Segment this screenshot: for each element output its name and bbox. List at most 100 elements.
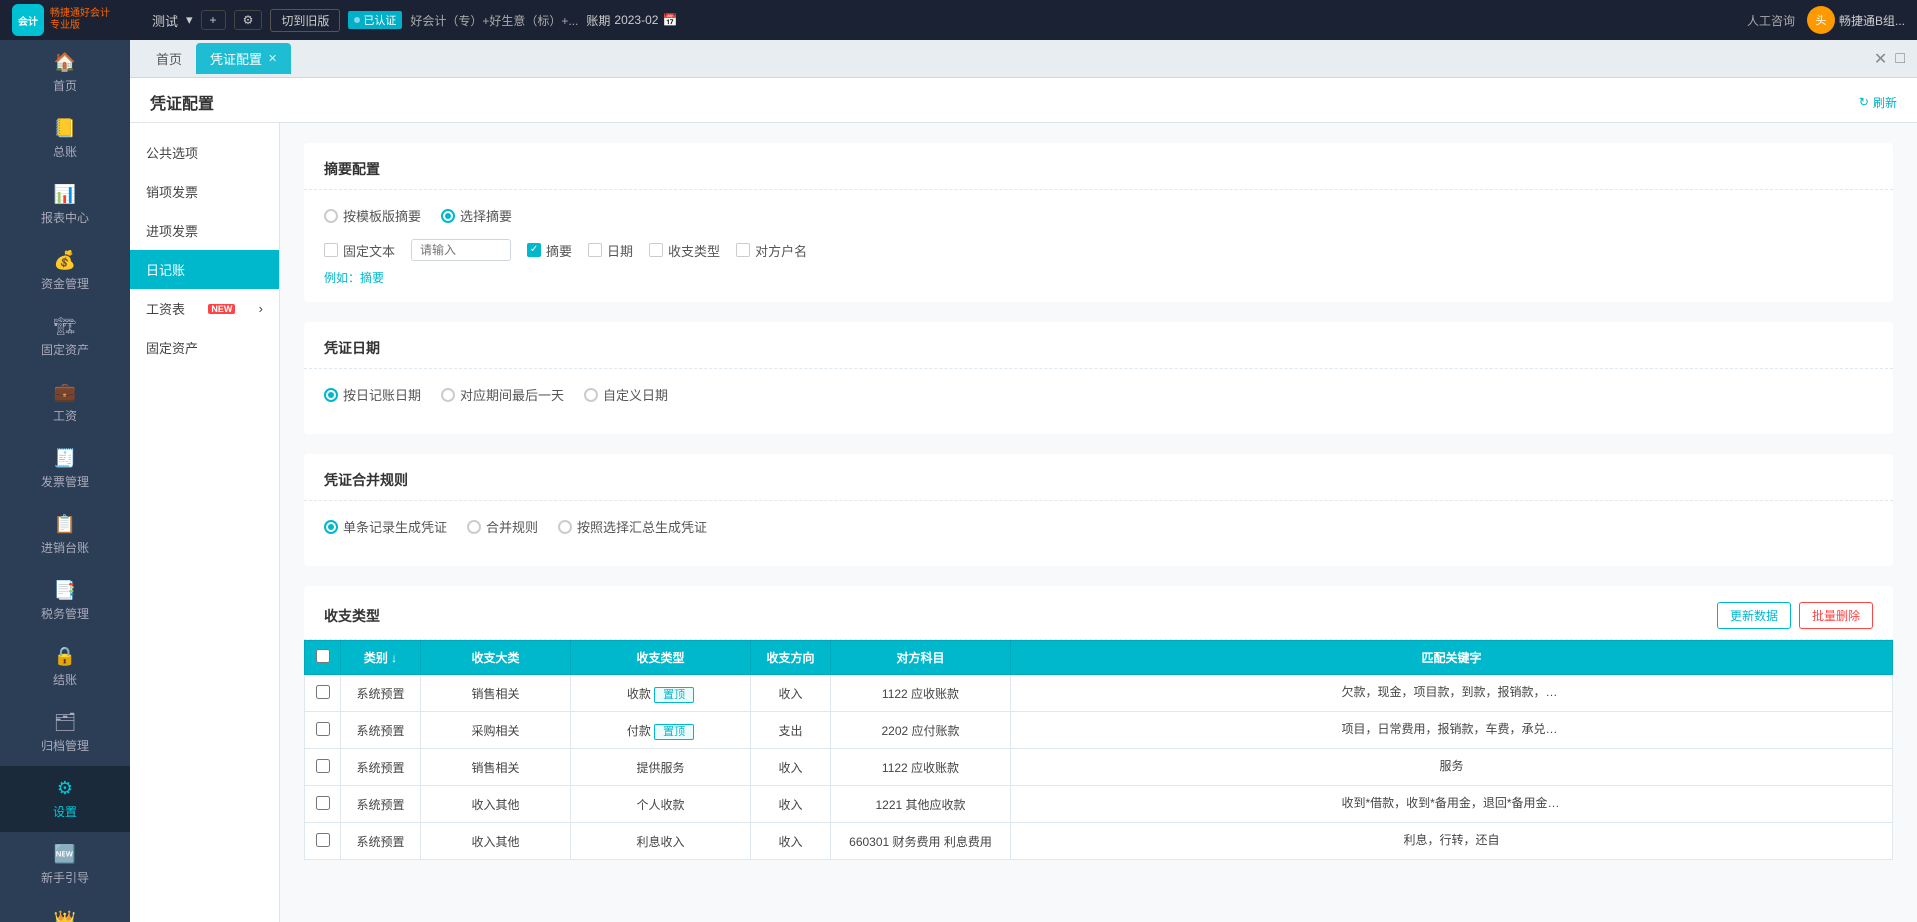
radio-select[interactable]: 选择摘要 [441,206,512,225]
settings-btn[interactable]: ⚙ [234,10,263,30]
sidebar-item-tax[interactable]: 📑 税务管理 [0,568,130,634]
sidebar-item-ledger[interactable]: 📒 总账 [0,106,130,172]
left-menu-item-public[interactable]: 公共选项 [130,133,279,172]
row-checkbox[interactable] [316,685,330,699]
refresh-btn[interactable]: ↻ 刷新 [1859,94,1897,111]
tab-minimize-btn[interactable]: ✕ [1874,49,1887,69]
th-main-type: 收支大类 [421,641,571,675]
batch-delete-btn[interactable]: 批量删除 [1799,602,1873,629]
tab-actions: ✕ □ [1874,49,1905,69]
radio-period-last-day[interactable]: 对应期间最后一天 [441,385,564,404]
sidebar-item-reports[interactable]: 📊 报表中心 [0,172,130,238]
avatar: 头 [1807,6,1835,34]
tab-home[interactable]: 首页 [142,43,196,74]
fixed-assets-icon: 🏗 [54,316,77,337]
merge-rules-radio-group: 单条记录生成凭证 合并规则 按照选择汇总生成凭证 [324,517,1873,536]
radio-custom-date[interactable]: 自定义日期 [584,385,668,404]
add-btn[interactable]: + [201,10,226,30]
radio-template[interactable]: 按模板版摘要 [324,206,421,225]
row-keywords: 项目，日常费用，报销款，车费，承兑汇票，付款 [1011,712,1893,749]
page-header: 凭证配置 ↻ 刷新 [130,78,1917,123]
example-text: 例如：摘要 [324,269,1873,286]
left-menu-item-fixed-assets[interactable]: 固定资产 [130,328,279,367]
cb-type-box [649,243,663,257]
tab-maximize-btn[interactable]: □ [1895,49,1905,69]
archive-icon: 🗂 [54,712,77,733]
content-area: 首页 凭证配置 ✕ ✕ □ 凭证配置 ↻ 刷新 公共选项 [130,40,1917,922]
row-checkbox-cell [305,786,341,823]
calendar-icon[interactable]: 📅 [662,13,677,27]
sidebar-item-label: 发票管理 [41,473,89,490]
select-all-checkbox[interactable] [316,649,330,663]
home-icon: 🏠 [54,52,76,73]
table-row: 系统预置 销售相关 提供服务 收入 1122 应收账款 服务 [305,749,1893,786]
funds-icon: 💰 [54,250,76,271]
radio-period-last-day-dot [441,388,455,402]
sidebar-item-label: 设置 [53,803,77,820]
sidebar-item-member[interactable]: 👑 畅会员 [0,898,130,922]
left-menu-item-payroll[interactable]: 工资表 NEW › [130,289,279,328]
row-sub-type: 收款 置顶 [571,675,751,712]
sidebar-item-archive[interactable]: 🗂 归档管理 [0,700,130,766]
row-category: 系统预置 [341,786,421,823]
settings-icon: ⚙ [57,778,73,799]
radio-summary-generate[interactable]: 按照选择汇总生成凭证 [558,517,707,536]
th-category: 类别 ↓ [341,641,421,675]
refresh-icon: ↻ [1859,95,1869,109]
voucher-date-title: 凭证日期 [304,322,1893,369]
consult-link[interactable]: 人工咨询 [1747,12,1795,29]
radio-merge-rule[interactable]: 合并规则 [467,517,538,536]
row-direction: 收入 [751,786,831,823]
user-area: 头 畅捷通B组... [1807,6,1905,34]
sidebar-item-funds[interactable]: 💰 资金管理 [0,238,130,304]
row-sub-type: 利息收入 [571,823,751,860]
radio-single-record[interactable]: 单条记录生成凭证 [324,517,447,536]
topbar-middle: 测试 ▾ + ⚙ 切到旧版 已认证 好会计（专）+好生意（标）+... 账期 2… [152,9,1737,32]
sidebar-item-salary[interactable]: 💼 工资 [0,370,130,436]
cb-summary[interactable]: 摘要 [527,241,572,260]
cb-type[interactable]: 收支类型 [649,241,720,260]
row-checkbox[interactable] [316,759,330,773]
radio-summary-generate-dot [558,520,572,534]
cb-fixed-text-box [324,243,338,257]
summary-config-section: 摘要配置 按模板版摘要 选择摘要 [304,143,1893,302]
sidebar-item-closing[interactable]: 🔒 结账 [0,634,130,700]
topbar-right: 人工咨询 头 畅捷通B组... [1747,6,1905,34]
company-dropdown[interactable]: ▾ [186,12,193,28]
tax-icon: 📑 [54,580,76,601]
row-main-type: 收入其他 [421,786,571,823]
cb-date[interactable]: 日期 [588,241,633,260]
table-row: 系统预置 收入其他 利息收入 收入 660301 财务费用 利息费用 利息，行转… [305,823,1893,860]
tab-close-icon[interactable]: ✕ [268,52,277,65]
sidebar-item-settings[interactable]: ⚙ 设置 [0,766,130,832]
left-menu-item-sales-invoice[interactable]: 销项发票 [130,172,279,211]
left-menu-item-purchase-invoice[interactable]: 进项发票 [130,211,279,250]
reset-tag[interactable]: 置顶 [654,724,694,740]
sidebar-item-invoice-mgmt[interactable]: 🧾 发票管理 [0,436,130,502]
switch-version-btn[interactable]: 切到旧版 [270,9,340,32]
sidebar-item-guide[interactable]: 🆕 新手引导 [0,832,130,898]
update-data-btn[interactable]: 更新数据 [1717,602,1791,629]
row-checkbox[interactable] [316,796,330,810]
ledger-icon: 📒 [54,118,76,139]
row-category: 系统预置 [341,712,421,749]
sidebar-item-purchase-sales[interactable]: 📋 进销台账 [0,502,130,568]
row-checkbox[interactable] [316,833,330,847]
row-main-type: 销售相关 [421,749,571,786]
sidebar-item-label: 进销台账 [41,539,89,556]
row-direction: 收入 [751,749,831,786]
left-menu-item-journal[interactable]: 日记账 [130,250,279,289]
row-checkbox[interactable] [316,722,330,736]
radio-journal-date[interactable]: 按日记账日期 [324,385,421,404]
tab-voucher[interactable]: 凭证配置 ✕ [196,43,291,74]
sidebar-item-fixed-assets[interactable]: 🏗 固定资产 [0,304,130,370]
reset-tag[interactable]: 置顶 [654,687,694,703]
cb-counter[interactable]: 对方户名 [736,241,807,260]
row-category: 系统预置 [341,823,421,860]
fixed-text-input[interactable] [411,239,511,261]
sidebar-item-home[interactable]: 🏠 首页 [0,40,130,106]
merge-rules-title: 凭证合并规则 [304,454,1893,501]
inner-layout: 公共选项 销项发票 进项发票 日记账 工资表 NEW › 固定资产 [130,123,1917,922]
cb-fixed-text[interactable]: 固定文本 [324,241,395,260]
cb-date-box [588,243,602,257]
